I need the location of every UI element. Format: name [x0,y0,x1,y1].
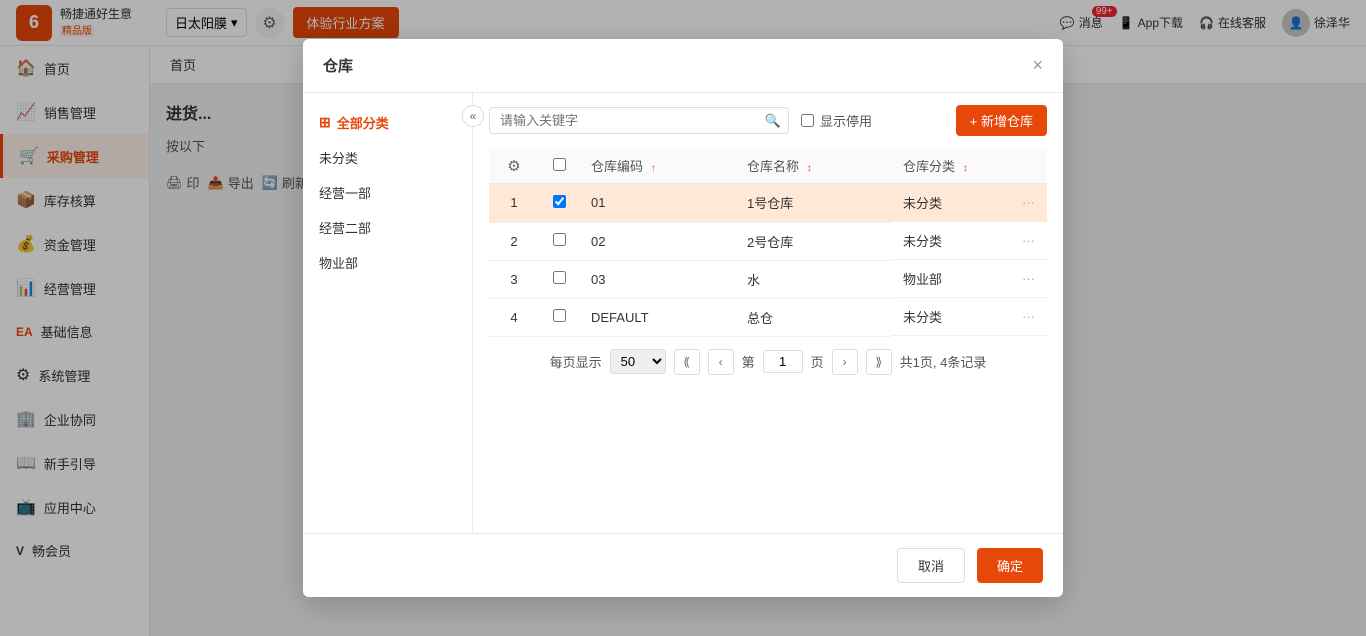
row-checkbox[interactable] [539,260,579,298]
search-wrap: 🔍 [489,107,789,134]
table-panel: 🔍 显示停用 + 新增仓库 ⚙ [473,93,1063,533]
search-input[interactable] [489,107,789,134]
category-all[interactable]: ⊞ 全部分类 [303,105,472,140]
chevron-left-icon: « [470,109,477,123]
row-index: 4 [489,298,539,336]
pagination: 每页显示 50 100 200 ⟪ ‹ 第 页 › ⟫ 共1页, 4条记录 [489,337,1047,387]
total-info: 共1页, 4条记录 [900,352,987,371]
table-row[interactable]: 4 DEFAULT 总仓 未分类··· [489,298,1047,336]
row-name: 2号仓库 [735,222,891,260]
modal-footer: 取消 确定 [303,533,1063,597]
category-item-property[interactable]: 物业部 [303,245,472,280]
row-category: 未分类··· [891,222,1047,260]
row-category: 未分类··· [891,184,1047,222]
category-item-ops2[interactable]: 经营二部 [303,210,472,245]
sort-icon: ↑ [651,163,656,174]
col-settings: ⚙ [489,148,539,184]
row-code: 01 [579,184,735,223]
row-category: 未分类··· [891,298,1047,336]
row-actions-icon[interactable]: ··· [1022,233,1035,248]
row-actions-icon[interactable]: ··· [1022,271,1035,286]
row-code: DEFAULT [579,298,735,336]
show-disabled-label: 显示停用 [820,111,872,130]
col-category-header[interactable]: 仓库分类 ↕ [891,148,1047,184]
select-all-checkbox[interactable] [553,158,566,171]
warehouse-table: ⚙ 仓库编码 ↑ 仓库名称 ↕ [489,148,1047,337]
row-checkbox[interactable] [539,222,579,260]
row-actions-icon[interactable]: ··· [1022,309,1035,324]
page-unit: 页 [811,352,824,371]
search-icon[interactable]: 🔍 [765,113,781,129]
show-disabled-checkbox[interactable] [801,114,814,127]
row-name: 总仓 [735,298,891,336]
sort-icon-name: ↕ [807,163,812,174]
row-index: 2 [489,222,539,260]
next-page-button[interactable]: › [832,349,858,375]
page-label: 第 [742,352,755,371]
category-item-ops1[interactable]: 经营一部 [303,175,472,210]
modal-header: 仓库 × [303,39,1063,93]
row-checkbox[interactable] [539,184,579,223]
close-button[interactable]: × [1032,55,1043,76]
sort-icon-cat: ↕ [963,163,968,174]
category-panel: ⊞ 全部分类 « 未分类 经营一部 经营二部 物业部 [303,93,473,533]
cancel-button[interactable]: 取消 [897,548,965,583]
page-size-select[interactable]: 50 100 200 [610,349,666,374]
table-row[interactable]: 1 01 1号仓库 未分类··· [489,184,1047,223]
prev-page-button[interactable]: ‹ [708,349,734,375]
page-number-input[interactable] [763,350,803,373]
table-gear-icon[interactable]: ⚙ [507,158,520,175]
last-page-button[interactable]: ⟫ [866,349,892,375]
row-category: 物业部··· [891,260,1047,298]
row-checkbox[interactable] [539,298,579,336]
row-name: 1号仓库 [735,184,891,223]
warehouse-modal: 仓库 × ⊞ 全部分类 « 未分类 经营一部 经营二部 物业部 🔍 [303,39,1063,597]
table-row[interactable]: 3 03 水 物业部··· [489,260,1047,298]
row-code: 03 [579,260,735,298]
col-checkbox [539,148,579,184]
show-disabled-wrap: 显示停用 [801,111,872,130]
col-code-header[interactable]: 仓库编码 ↑ [579,148,735,184]
confirm-button[interactable]: 确定 [977,548,1043,583]
category-all-label: 全部分类 [337,113,389,132]
category-item-unclassified[interactable]: 未分类 [303,140,472,175]
collapse-panel-button[interactable]: « [462,105,484,127]
add-warehouse-button[interactable]: + 新增仓库 [956,105,1047,136]
modal-body: ⊞ 全部分类 « 未分类 经营一部 经营二部 物业部 🔍 显示停用 [303,93,1063,533]
col-name-header[interactable]: 仓库名称 ↕ [735,148,891,184]
modal-title: 仓库 [323,55,353,76]
first-page-button[interactable]: ⟪ [674,349,700,375]
row-code: 02 [579,222,735,260]
page-size-label: 每页显示 [550,352,602,371]
table-toolbar: 🔍 显示停用 + 新增仓库 [489,105,1047,136]
row-name: 水 [735,260,891,298]
row-index: 3 [489,260,539,298]
table-row[interactable]: 2 02 2号仓库 未分类··· [489,222,1047,260]
row-actions-icon[interactable]: ··· [1022,195,1035,210]
grid-icon: ⊞ [319,114,331,131]
row-index: 1 [489,184,539,223]
